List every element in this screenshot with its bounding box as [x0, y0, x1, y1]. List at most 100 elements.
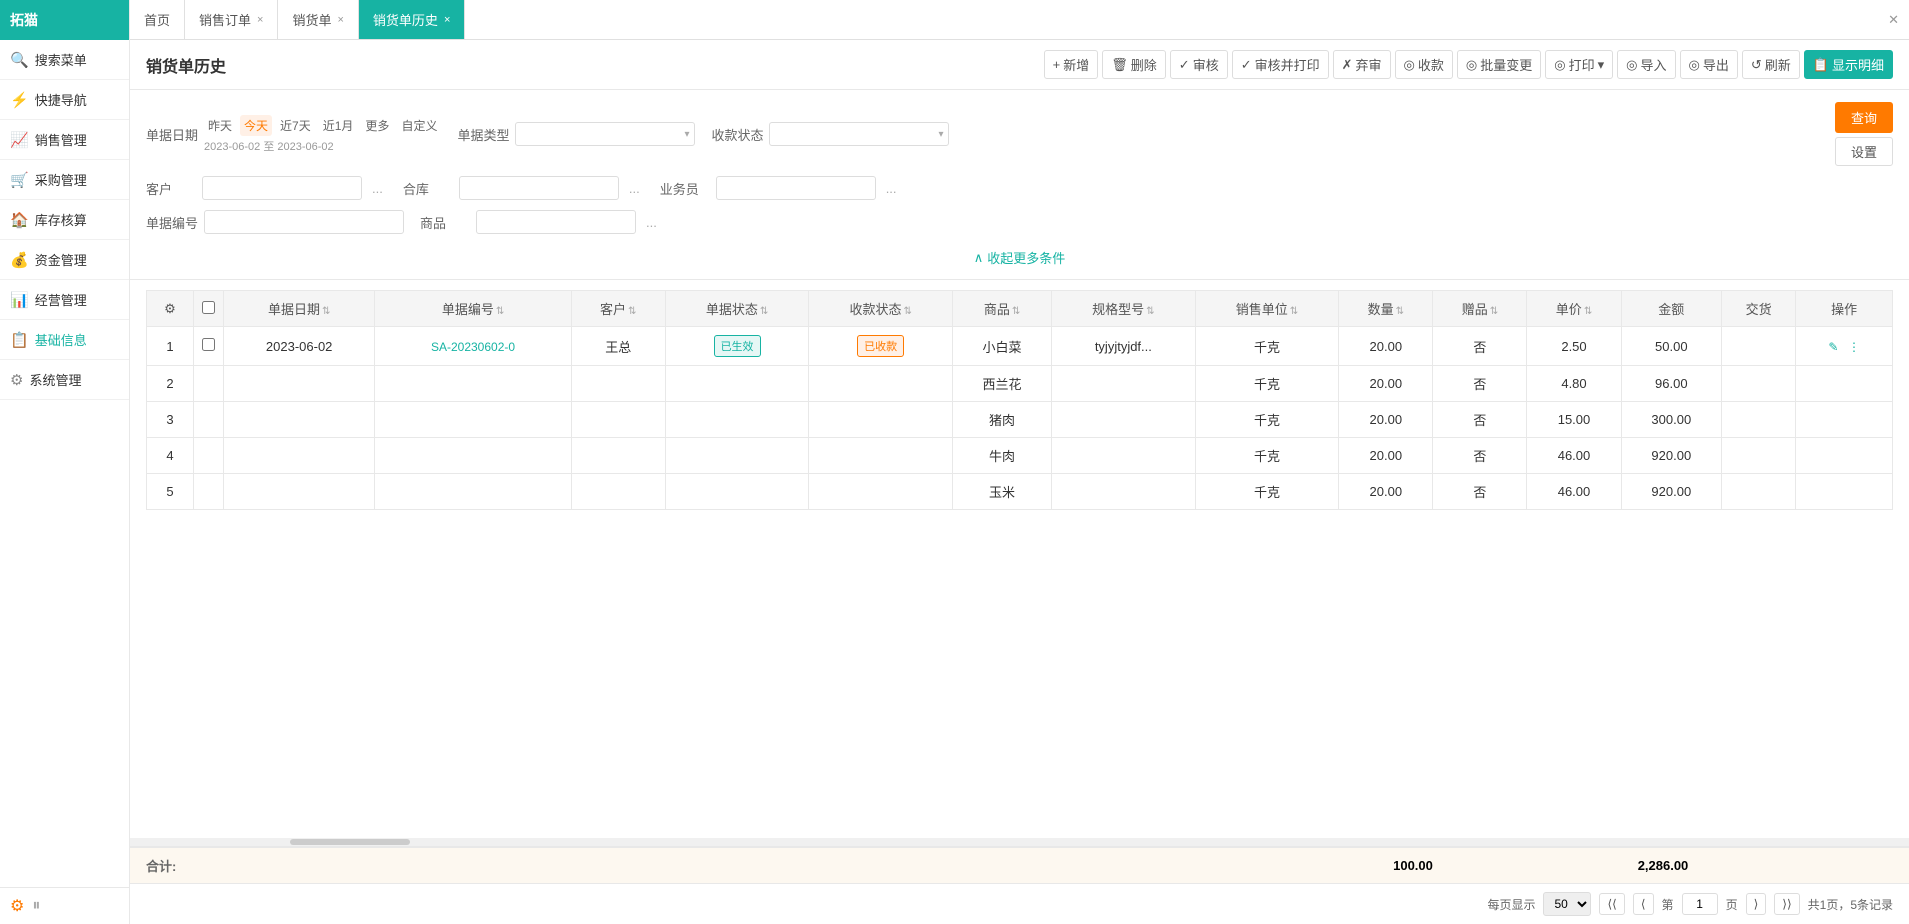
sort-gift[interactable]: ⇅: [1490, 306, 1498, 317]
row-checkbox[interactable]: [193, 327, 223, 366]
doc-no-link[interactable]: SA-20230602-0: [431, 340, 515, 354]
staff-ellipsis[interactable]: ...: [882, 181, 901, 196]
sidebar-item-search-menu[interactable]: 🔍 搜索菜单: [0, 40, 129, 80]
sort-doc-date[interactable]: ⇅: [322, 306, 330, 317]
next-page-button[interactable]: ⟩: [1746, 893, 1767, 915]
show-detail-button[interactable]: 📋 显示明细: [1804, 50, 1893, 79]
row-num: 5: [147, 474, 194, 510]
sidebar-item-quick-nav[interactable]: ⚡ 快捷导航: [0, 80, 129, 120]
collect-button[interactable]: ◎ 收款: [1395, 50, 1453, 79]
sidebar-item-system[interactable]: ⚙ 系统管理: [0, 360, 129, 400]
more-action[interactable]: ⋮: [1848, 340, 1860, 354]
page-number-input[interactable]: [1682, 893, 1718, 915]
page-suffix-label: 页: [1726, 896, 1738, 913]
row-doc-status: [665, 402, 809, 438]
shortcut-today[interactable]: 今天: [240, 115, 272, 136]
first-page-button[interactable]: ⟨⟨: [1599, 893, 1624, 915]
shortcut-custom[interactable]: 自定义: [397, 115, 441, 136]
per-page-select[interactable]: 50: [1543, 892, 1591, 916]
staff-input[interactable]: [716, 176, 876, 200]
summary-quantity: 100.00: [1373, 858, 1453, 873]
sidebar-item-inventory[interactable]: 🏠 库存核算: [0, 200, 129, 240]
tab-sales-order[interactable]: 销售订单 ×: [185, 0, 278, 39]
collect-status-label: 收款状态: [711, 125, 763, 144]
row-checkbox[interactable]: [193, 438, 223, 474]
tab-sales-goods[interactable]: 销货单 ×: [278, 0, 358, 39]
row-select-checkbox[interactable]: [202, 338, 215, 351]
sidebar-bottom-icon2[interactable]: ⏸: [32, 897, 40, 915]
goods-ellipsis[interactable]: ...: [642, 215, 661, 230]
prev-page-button[interactable]: ⟨: [1633, 893, 1654, 915]
row-checkbox[interactable]: [193, 366, 223, 402]
row-num: 3: [147, 402, 194, 438]
sidebar-item-basic-info[interactable]: 📋 基础信息: [0, 320, 129, 360]
sort-unit-price[interactable]: ⇅: [1584, 306, 1592, 317]
sort-doc-no[interactable]: ⇅: [496, 306, 504, 317]
row-doc-no: [375, 366, 571, 402]
shortcut-more[interactable]: 更多: [361, 115, 393, 136]
tab-sales-goods-close[interactable]: ×: [337, 14, 343, 26]
shortcut-yesterday[interactable]: 昨天: [204, 115, 236, 136]
row-collect-status: 已收款: [809, 327, 953, 366]
tab-home[interactable]: 首页: [130, 0, 185, 39]
sidebar-bottom-icon1[interactable]: ⚙: [10, 896, 24, 916]
sort-sales-unit[interactable]: ⇅: [1290, 306, 1298, 317]
last-page-button[interactable]: ⟩⟩: [1774, 893, 1799, 915]
export-button[interactable]: ◎ 导出: [1680, 50, 1738, 79]
table-body: 1 2023-06-02 SA-20230602-0 王总 已生效 已收款 小白…: [147, 327, 1893, 510]
col-checkbox[interactable]: [193, 291, 223, 327]
sort-collect-status[interactable]: ⇅: [903, 306, 911, 317]
tab-home-label: 首页: [144, 10, 170, 29]
abandon-button[interactable]: ✗ 弃审: [1333, 50, 1391, 79]
horizontal-scrollbar[interactable]: [130, 838, 1909, 846]
sort-doc-status[interactable]: ⇅: [760, 306, 768, 317]
filter-date: 单据日期 昨天 今天 近7天 近1月 更多 自定义 2023-06-02 至 2…: [146, 115, 441, 154]
sidebar-item-finance[interactable]: 💰 资金管理: [0, 240, 129, 280]
query-button[interactable]: 查询: [1835, 102, 1893, 133]
collapse-button[interactable]: ∧ 收起更多条件: [146, 244, 1893, 271]
collapse-arrow-icon: ∧: [974, 250, 984, 266]
sort-customer[interactable]: ⇅: [628, 306, 636, 317]
filter-settings-button[interactable]: 设置: [1835, 137, 1893, 166]
tab-sales-history[interactable]: 销货单历史 ×: [359, 0, 465, 39]
sidebar-item-sales[interactable]: 📈 销售管理: [0, 120, 129, 160]
batch-change-button[interactable]: ◎ 批量变更: [1457, 50, 1541, 79]
doc-type-select[interactable]: [515, 122, 695, 146]
shortcut-week[interactable]: 近7天: [276, 115, 315, 136]
goods-input[interactable]: [476, 210, 636, 234]
warehouse-input[interactable]: [459, 176, 619, 200]
sidebar-item-purchase[interactable]: 🛒 采购管理: [0, 160, 129, 200]
warehouse-ellipsis[interactable]: ...: [625, 181, 644, 196]
edit-action[interactable]: ✎: [1828, 340, 1838, 354]
delete-button[interactable]: 🗑 删除: [1102, 50, 1166, 79]
row-gift: 否: [1433, 327, 1527, 366]
audit-print-button[interactable]: ✓ 审核并打印: [1232, 50, 1329, 79]
customer-input[interactable]: [202, 176, 362, 200]
row-doc-no[interactable]: SA-20230602-0: [375, 327, 571, 366]
sort-quantity[interactable]: ⇅: [1396, 306, 1404, 317]
import-button[interactable]: ◎ 导入: [1617, 50, 1675, 79]
row-checkbox[interactable]: [193, 474, 223, 510]
sort-spec[interactable]: ⇅: [1146, 306, 1154, 317]
sort-goods[interactable]: ⇅: [1012, 306, 1020, 317]
scroll-thumb[interactable]: [290, 839, 410, 845]
main-area: 首页 销售订单 × 销货单 × 销货单历史 × ✕ 销货单历史 + 新增: [130, 0, 1909, 924]
print-button[interactable]: ◎ 打印 ▾: [1545, 50, 1613, 79]
shortcut-month[interactable]: 近1月: [319, 115, 358, 136]
customer-ellipsis[interactable]: ...: [368, 181, 387, 196]
col-gear[interactable]: ⚙: [147, 291, 194, 327]
close-all-icon[interactable]: ✕: [1888, 12, 1899, 27]
doc-no-input[interactable]: [204, 210, 404, 234]
collect-status-select[interactable]: [769, 122, 949, 146]
row-checkbox[interactable]: [193, 402, 223, 438]
audit-button[interactable]: ✓ 审核: [1170, 50, 1228, 79]
row-transaction: [1722, 402, 1796, 438]
add-button[interactable]: + 新增: [1044, 50, 1099, 79]
collect-status-select-wrapper: ▾: [769, 122, 949, 146]
select-all-checkbox[interactable]: [202, 301, 215, 314]
tab-sales-history-close[interactable]: ×: [444, 14, 450, 26]
tab-sales-order-close[interactable]: ×: [257, 14, 263, 26]
refresh-button[interactable]: ↺ 刷新: [1742, 50, 1800, 79]
sidebar-item-operations[interactable]: 📊 经营管理: [0, 280, 129, 320]
staff-label: 业务员: [660, 179, 710, 198]
